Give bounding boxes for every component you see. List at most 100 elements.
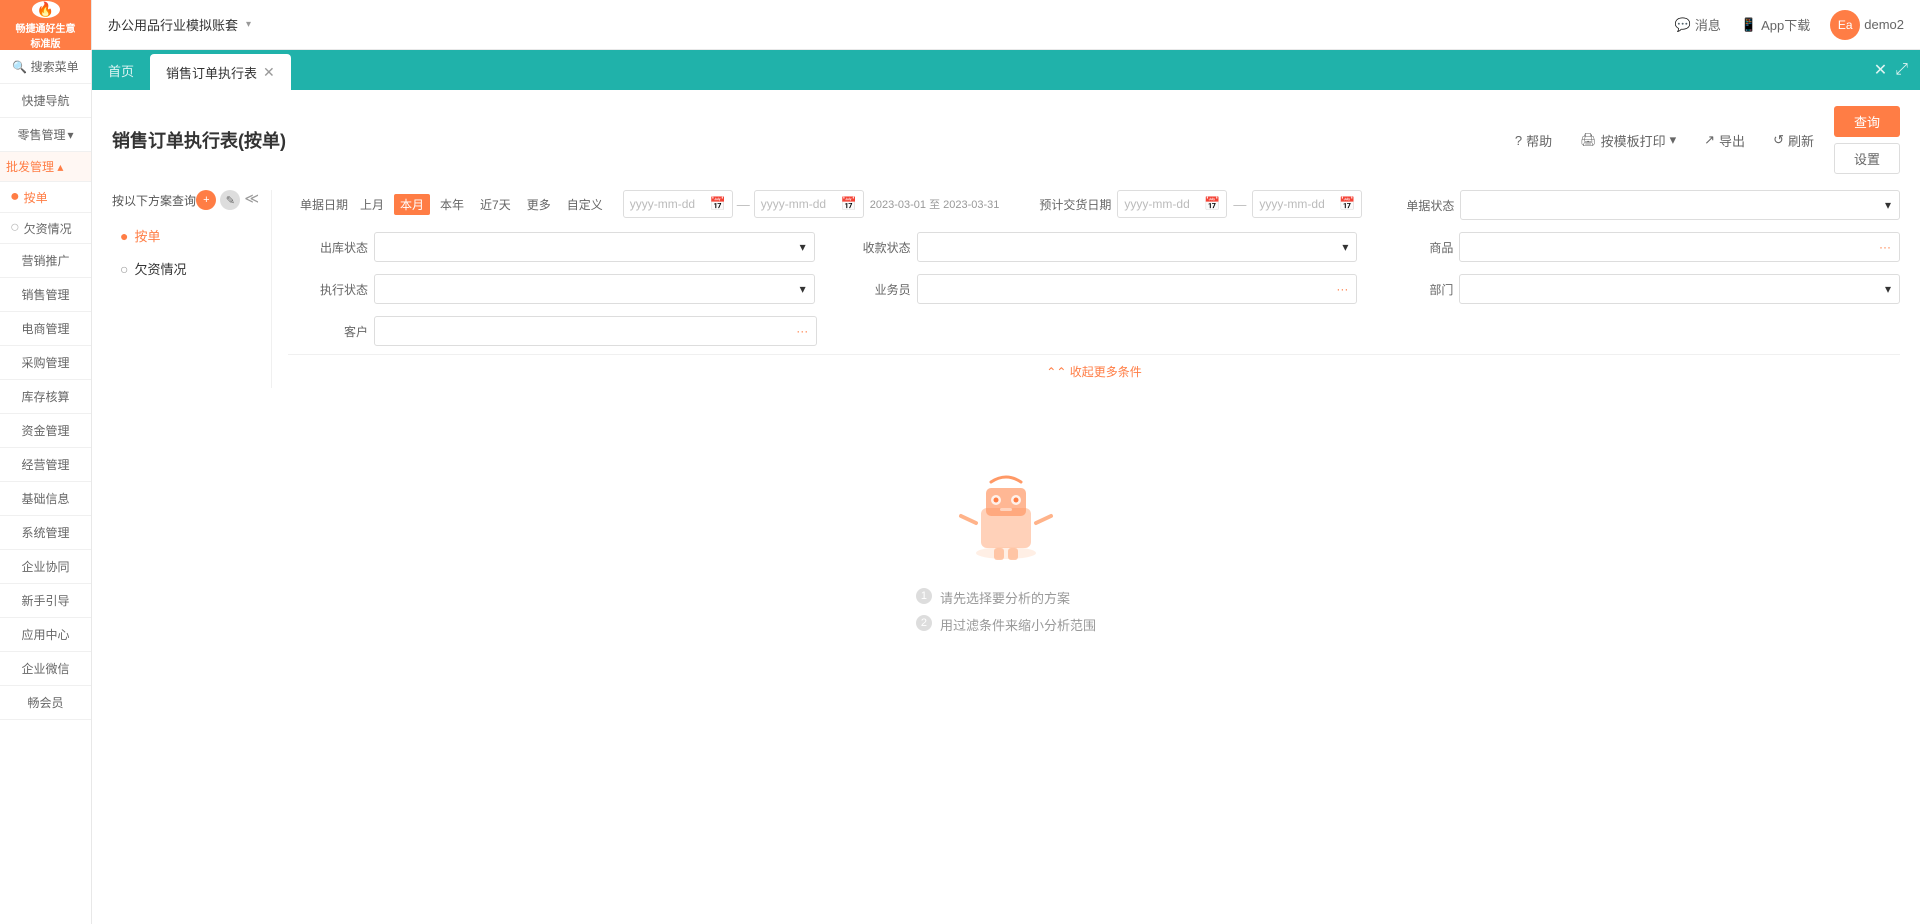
empty-tip-1: 1 请先选择要分析的方案 xyxy=(916,588,1096,607)
add-scheme-button[interactable]: + xyxy=(196,190,216,210)
sidebar-search[interactable]: 🔍 搜索菜单 xyxy=(0,50,91,84)
date-tab-custom[interactable]: 自定义 xyxy=(561,194,609,215)
salesman-more-icon: ··· xyxy=(1336,282,1348,296)
check-circle-icon: ● xyxy=(10,188,20,206)
date-tab-more[interactable]: 更多 xyxy=(521,194,557,215)
out-status-select[interactable]: ▾ xyxy=(374,232,815,262)
date-tab-last-month[interactable]: 上月 xyxy=(354,194,390,215)
search-button[interactable]: 查询 xyxy=(1834,106,1900,137)
customer-input[interactable]: ··· xyxy=(374,316,817,346)
status-label: 单据状态 xyxy=(1394,197,1454,214)
pred-date-separator: — xyxy=(1233,197,1246,212)
sidebar-item-wechat[interactable]: 企业微信 xyxy=(0,652,91,686)
user-action[interactable]: Ea demo2 xyxy=(1830,10,1904,40)
header-right: 💬 消息 📱 App下载 Ea demo2 xyxy=(1675,10,1904,40)
sidebar-item-sales[interactable]: 销售管理 xyxy=(0,278,91,312)
scheme-item-欠资情况[interactable]: ○ 欠资情况 xyxy=(112,253,259,284)
dept-select[interactable]: ▾ xyxy=(1459,274,1900,304)
tab-minimize-icon[interactable]: ✕ xyxy=(1874,60,1887,80)
tip-num-1: 1 xyxy=(916,588,932,604)
left-panel-header: 按以下方案查询 + ✎ ≪ xyxy=(112,190,259,210)
date-tab-this-month[interactable]: 本月 xyxy=(394,194,430,215)
sidebar-sub-按单[interactable]: ● 按单 xyxy=(0,182,91,213)
product-input[interactable]: ··· xyxy=(1459,232,1900,262)
cal-pred-to-icon: 📅 xyxy=(1339,196,1355,212)
avatar: Ea xyxy=(1830,10,1860,40)
out-status-dropdown-icon: ▾ xyxy=(800,240,806,254)
predicted-date-from-input[interactable]: yyyy-mm-dd 📅 xyxy=(1117,190,1227,218)
tab-sales-order[interactable]: 销售订单执行表 ✕ xyxy=(150,54,291,90)
industry-dropdown-icon[interactable]: ▾ xyxy=(246,19,251,30)
refresh-button[interactable]: ↺ 刷新 xyxy=(1765,127,1822,154)
app-download-action[interactable]: 📱 App下载 xyxy=(1741,15,1810,34)
status-dropdown-icon: ▾ xyxy=(1885,198,1891,212)
date-to-input[interactable]: yyyy-mm-dd 📅 xyxy=(754,190,864,218)
sidebar-item-marketing[interactable]: 营销推广 xyxy=(0,244,91,278)
calendar-to-icon: 📅 xyxy=(841,196,857,212)
sidebar-quick-nav[interactable]: 快捷导航 xyxy=(0,84,91,118)
chevron-icon: ▾ xyxy=(67,128,73,142)
tab-close-icon[interactable]: ✕ xyxy=(263,64,275,81)
print-button[interactable]: 🖨 按模板打印 ▾ xyxy=(1572,127,1684,154)
exec-status-select[interactable]: ▾ xyxy=(374,274,815,304)
logo-sub: 标准版 xyxy=(31,35,61,50)
salesman-input[interactable]: ··· xyxy=(917,274,1358,304)
predicted-date-label: 预计交货日期 xyxy=(1031,196,1111,213)
status-select[interactable]: ▾ xyxy=(1460,190,1900,220)
panel-actions: + ✎ ≪ xyxy=(196,190,259,210)
receipt-status-select[interactable]: ▾ xyxy=(917,232,1358,262)
sidebar-item-apps[interactable]: 应用中心 xyxy=(0,618,91,652)
message-icon: 💬 xyxy=(1675,17,1691,33)
receipt-status-label: 收款状态 xyxy=(831,239,911,256)
sidebar-item-purchase[interactable]: 采购管理 xyxy=(0,346,91,380)
date-label: 单据日期 xyxy=(288,196,348,213)
top-header: 办公用品行业模拟账套 ▾ 💬 消息 📱 App下载 Ea demo2 xyxy=(92,0,1920,50)
tab-maximize-icon[interactable]: ⤢ xyxy=(1895,61,1908,79)
tab-home[interactable]: 首页 xyxy=(92,50,150,90)
tip-num-2: 2 xyxy=(916,615,932,631)
predicted-date-to-input[interactable]: yyyy-mm-dd 📅 xyxy=(1252,190,1362,218)
receipt-status-dropdown-icon: ▾ xyxy=(1342,240,1348,254)
print-dropdown-icon[interactable]: ▾ xyxy=(1670,132,1677,148)
header-left: 办公用品行业模拟账套 ▾ xyxy=(108,15,251,34)
sidebar-sub-欠资情况[interactable]: ○ 欠资情况 xyxy=(0,213,91,244)
sidebar-item-wholesale[interactable]: 批发管理 ▴ xyxy=(0,152,91,182)
sidebar-item-inventory[interactable]: 库存核算 xyxy=(0,380,91,414)
setting-button[interactable]: 设置 xyxy=(1834,143,1900,174)
collapse-bar[interactable]: ⌃⌃ 收起更多条件 xyxy=(288,354,1900,388)
date-range-display: 2023-03-01 至 2023-03-31 xyxy=(870,196,1000,212)
sidebar-item-cooperation[interactable]: 企业协同 xyxy=(0,550,91,584)
date-separator: — xyxy=(737,197,750,212)
sidebar-item-ecom[interactable]: 电商管理 xyxy=(0,312,91,346)
date-tab-7days[interactable]: 近7天 xyxy=(474,194,517,215)
page-actions: ? 帮助 🖨 按模板打印 ▾ ↗ 导出 ↺ 刷新 xyxy=(1507,106,1900,174)
refresh-icon: ↺ xyxy=(1773,132,1784,148)
empty-state: 1 请先选择要分析的方案 2 用过滤条件来缩小分析范围 xyxy=(112,388,1900,722)
sidebar-item-base[interactable]: 基础信息 xyxy=(0,482,91,516)
date-from-input[interactable]: yyyy-mm-dd 📅 xyxy=(623,190,733,218)
sidebar-item-member[interactable]: 畅会员 xyxy=(0,686,91,720)
sidebar-item-system[interactable]: 系统管理 xyxy=(0,516,91,550)
content-layout: 按以下方案查询 + ✎ ≪ ● 按单 ○ 欠资情况 xyxy=(112,190,1900,388)
print-icon: 🖨 xyxy=(1580,132,1597,148)
industry-name: 办公用品行业模拟账套 xyxy=(108,15,238,34)
circle-icon: ○ xyxy=(10,219,20,237)
export-button[interactable]: ↗ 导出 xyxy=(1696,127,1753,154)
date-tab-this-year[interactable]: 本年 xyxy=(434,194,470,215)
sidebar-item-finance[interactable]: 资金管理 xyxy=(0,414,91,448)
left-panel: 按以下方案查询 + ✎ ≪ ● 按单 ○ 欠资情况 xyxy=(112,190,272,388)
product-more-icon: ··· xyxy=(1879,240,1891,254)
logo-text: 畅捷通好生意 xyxy=(16,20,76,35)
sidebar-item-operations[interactable]: 经营管理 xyxy=(0,448,91,482)
collapse-panel-icon[interactable]: ≪ xyxy=(244,190,259,210)
scheme-item-按单[interactable]: ● 按单 xyxy=(112,220,259,251)
message-action[interactable]: 💬 消息 xyxy=(1675,15,1721,34)
sidebar-item-newbie[interactable]: 新手引导 xyxy=(0,584,91,618)
sidebar-item-retail[interactable]: 零售管理 ▾ xyxy=(0,118,91,152)
logo-icon: 🔥 xyxy=(32,1,60,18)
edit-scheme-button[interactable]: ✎ xyxy=(220,190,240,210)
tab-bar: 首页 销售订单执行表 ✕ ✕ ⤢ xyxy=(92,50,1920,90)
search-icon: 🔍 xyxy=(12,60,27,74)
help-button[interactable]: ? 帮助 xyxy=(1507,127,1560,154)
exec-status-dropdown-icon: ▾ xyxy=(800,282,806,296)
